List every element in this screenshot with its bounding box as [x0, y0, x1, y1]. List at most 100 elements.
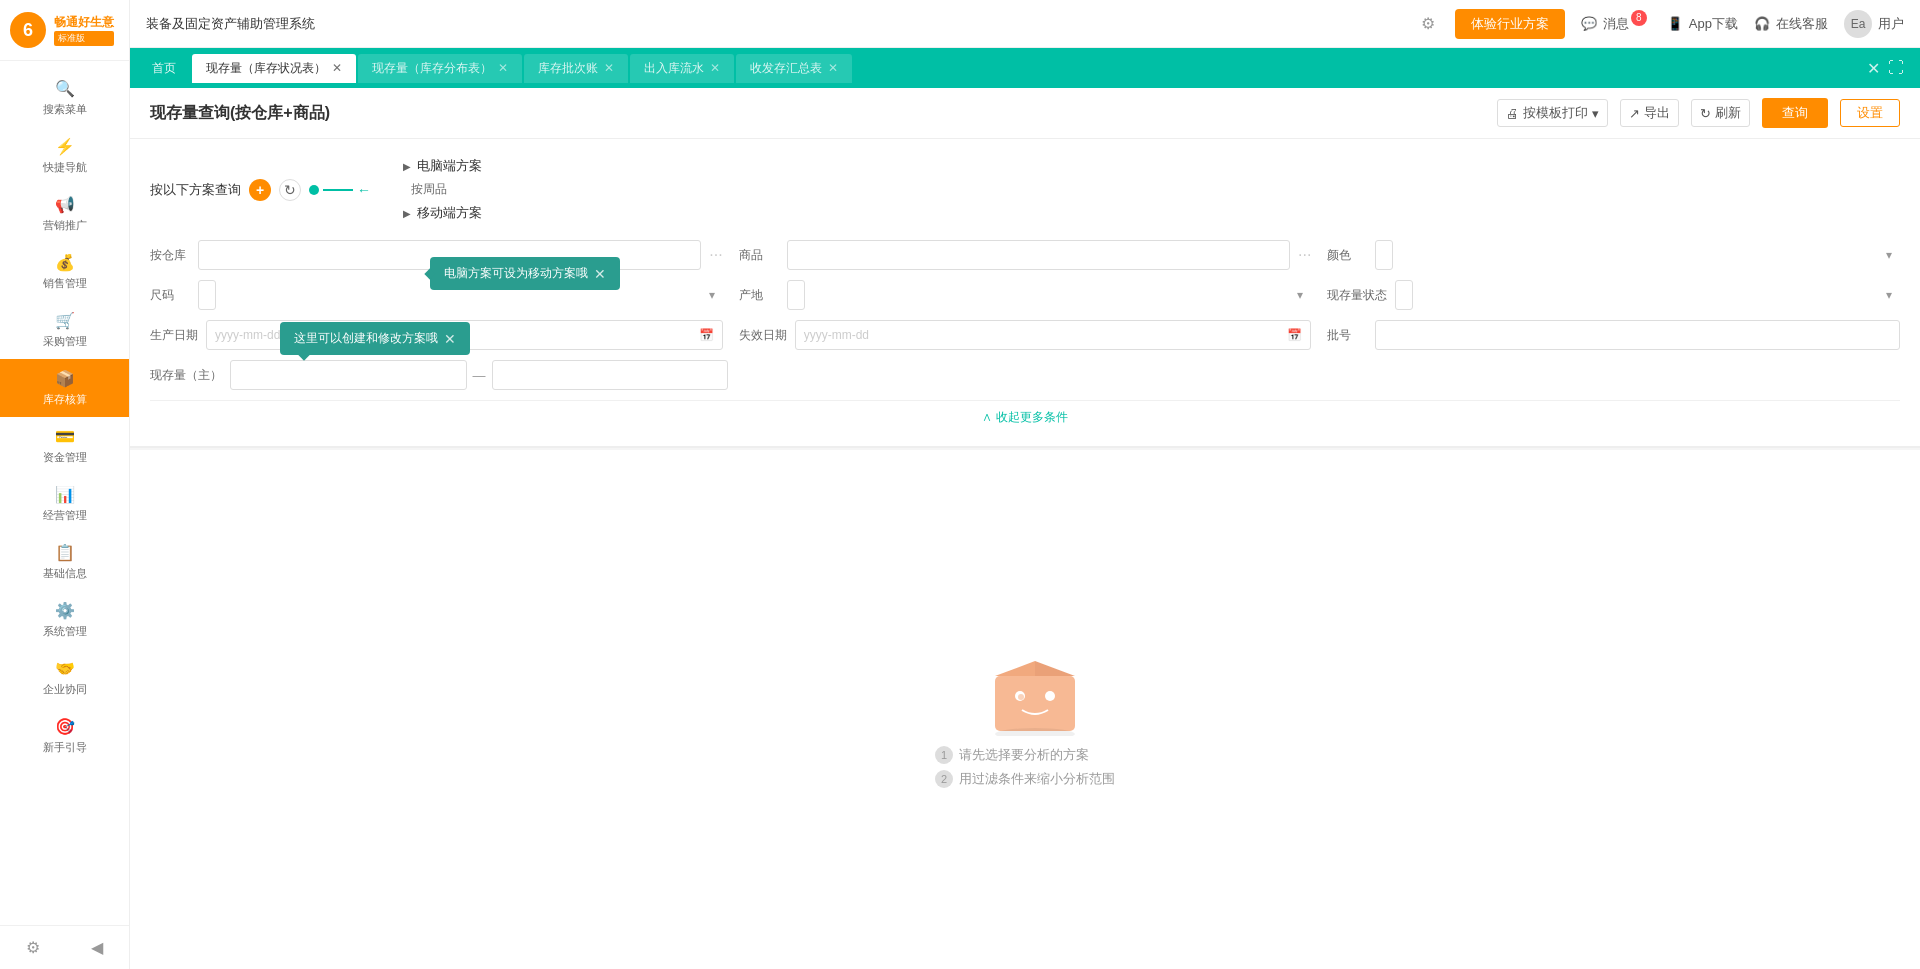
query-btn[interactable]: 查询: [1762, 98, 1828, 128]
user-group[interactable]: Ea 用户: [1844, 10, 1904, 38]
sidebar-item-label: 系统管理: [43, 624, 87, 639]
size-label: 尺码: [150, 287, 190, 304]
empty-illustration: [975, 626, 1075, 726]
export-icon: ↗: [1629, 106, 1640, 121]
sidebar: 6 畅通好生意 标准版 🔍 搜索菜单 ⚡ 快捷导航 📢 营销推广 💰 销售管理 …: [0, 0, 130, 969]
inventory-icon: 📦: [55, 369, 75, 388]
color-select[interactable]: [1375, 240, 1393, 270]
tab-close-batch-account[interactable]: ✕: [604, 61, 614, 75]
sidebar-item-collab[interactable]: 🤝 企业协同: [0, 649, 129, 707]
collapse-bar[interactable]: ∧ 收起更多条件: [150, 400, 1900, 434]
warehouse-more-dots[interactable]: ···: [709, 246, 722, 264]
tooltip-create-scheme: 这里可以创建和修改方案哦 ✕: [280, 322, 470, 355]
tab-home[interactable]: 首页: [138, 54, 190, 83]
sidebar-item-finance[interactable]: 💳 资金管理: [0, 417, 129, 475]
page-header: 现存量查询(按仓库+商品) 🖨 按模板打印 ▾ ↗ 导出 ↻ 刷新 查询 设置: [130, 88, 1920, 139]
export-btn[interactable]: ↗ 导出: [1620, 99, 1679, 127]
sidebar-nav: 🔍 搜索菜单 ⚡ 快捷导航 📢 营销推广 💰 销售管理 🛒 采购管理 📦 库存核…: [0, 61, 129, 925]
add-scheme-btn[interactable]: +: [249, 179, 271, 201]
filter-fields: 按仓库 ··· 商品 ··· 颜色: [150, 240, 1900, 390]
connector-line: [323, 189, 353, 191]
batch-group: 批号: [1327, 320, 1900, 350]
goods-input[interactable]: [787, 240, 1290, 270]
tab-inout-flow[interactable]: 出入库流水 ✕: [630, 54, 734, 83]
message-group[interactable]: 💬 消息 8: [1581, 15, 1651, 33]
sidebar-item-label: 资金管理: [43, 450, 87, 465]
tab-close-inventory-dist[interactable]: ✕: [498, 61, 508, 75]
size-select[interactable]: [198, 280, 216, 310]
basic-icon: 📋: [55, 543, 75, 562]
settings-bottom-icon[interactable]: ⚙: [26, 938, 40, 957]
stock-qty-min[interactable]: [230, 360, 467, 390]
filter-header: 按以下方案查询 + ↻ ← ▶ 电脑端方案 按周品 ▶ 移动端方案: [150, 151, 1900, 228]
tab-close-receive-summary[interactable]: ✕: [828, 61, 838, 75]
sidebar-item-label: 经营管理: [43, 508, 87, 523]
color-group: 颜色: [1327, 240, 1900, 270]
finance-icon: 💳: [55, 427, 75, 446]
template-print-btn[interactable]: 🖨 按模板打印 ▾: [1497, 99, 1608, 127]
sidebar-item-marketing[interactable]: 📢 营销推广: [0, 185, 129, 243]
warehouse-label: 按仓库: [150, 247, 190, 264]
scheme-sub-item[interactable]: 按周品: [387, 181, 498, 198]
tab-close-inout-flow[interactable]: ✕: [710, 61, 720, 75]
scheme-desktop[interactable]: ▶ 电脑端方案: [387, 151, 498, 181]
topbar: 装备及固定资产辅助管理系统 ⚙ 体验行业方案 💬 消息 8 📱 App下载 🎧 …: [130, 0, 1920, 48]
phone-icon: 📱: [1667, 16, 1683, 31]
tab-inventory-status[interactable]: 现存量（库存状况表） ✕: [192, 54, 356, 83]
sidebar-item-purchase[interactable]: 🛒 采购管理: [0, 301, 129, 359]
sidebar-item-label: 企业协同: [43, 682, 87, 697]
collab-icon: 🤝: [55, 659, 75, 678]
purchase-icon: 🛒: [55, 311, 75, 330]
sidebar-item-system[interactable]: ⚙️ 系统管理: [0, 591, 129, 649]
online-support-label: 在线客服: [1776, 15, 1828, 33]
close-tab-icon[interactable]: ✕: [1867, 59, 1880, 78]
tab-receive-summary[interactable]: 收发存汇总表 ✕: [736, 54, 852, 83]
sidebar-item-label: 新手引导: [43, 740, 87, 755]
filter-row-2: 尺码 产地 现存量状态: [150, 280, 1900, 310]
window-controls: ✕ ⛶: [1859, 59, 1912, 78]
printer-icon: 🖨: [1506, 106, 1519, 121]
arrow-icon: ←: [357, 182, 371, 198]
tab-close-inventory-status[interactable]: ✕: [332, 61, 342, 75]
stock-qty-group: 现存量（主） —: [150, 360, 728, 390]
sidebar-item-search[interactable]: 🔍 搜索菜单: [0, 69, 129, 127]
stock-qty-max[interactable]: [492, 360, 729, 390]
app-download-group[interactable]: 📱 App下载: [1667, 15, 1738, 33]
refresh-scheme-btn[interactable]: ↻: [279, 179, 301, 201]
headset-icon: 🎧: [1754, 16, 1770, 31]
sidebar-item-sales[interactable]: 💰 销售管理: [0, 243, 129, 301]
online-support-group[interactable]: 🎧 在线客服: [1754, 15, 1828, 33]
sidebar-item-operations[interactable]: 📊 经营管理: [0, 475, 129, 533]
expire-date-group: 失效日期 yyyy-mm-dd 📅: [739, 320, 1312, 350]
expire-date-input[interactable]: yyyy-mm-dd 📅: [795, 320, 1312, 350]
tab-batch-account[interactable]: 库存批次账 ✕: [524, 54, 628, 83]
empty-svg: [975, 626, 1095, 736]
tabbar: 首页 现存量（库存状况表） ✕ 现存量（库存分布表） ✕ 库存批次账 ✕ 出入库…: [130, 48, 1920, 88]
empty-tips: 1 请先选择要分析的方案 2 用过滤条件来缩小分析范围: [935, 746, 1115, 794]
origin-select[interactable]: [787, 280, 805, 310]
settings-btn[interactable]: 设置: [1840, 99, 1900, 127]
sidebar-item-guide[interactable]: 🎯 新手引导: [0, 707, 129, 765]
sidebar-item-quicknav[interactable]: ⚡ 快捷导航: [0, 127, 129, 185]
sidebar-item-label: 销售管理: [43, 276, 87, 291]
stock-status-label: 现存量状态: [1327, 287, 1387, 304]
tab-inventory-dist[interactable]: 现存量（库存分布表） ✕: [358, 54, 522, 83]
collapse-sidebar-icon[interactable]: ◀: [91, 938, 103, 957]
gear-icon[interactable]: ⚙: [1421, 14, 1435, 33]
scheme-mobile[interactable]: ▶ 移动端方案: [387, 198, 498, 228]
app-name: 畅通好生意 标准版: [54, 14, 114, 46]
sidebar-item-inventory[interactable]: 📦 库存核算: [0, 359, 129, 417]
stock-status-select[interactable]: [1395, 280, 1413, 310]
batch-input[interactable]: [1375, 320, 1900, 350]
tooltip1-close[interactable]: ✕: [594, 266, 606, 282]
sidebar-item-label: 库存核算: [43, 392, 87, 407]
industry-btn[interactable]: 体验行业方案: [1455, 9, 1565, 39]
sidebar-item-basic[interactable]: 📋 基础信息: [0, 533, 129, 591]
maximize-icon[interactable]: ⛶: [1888, 59, 1904, 78]
tooltip2-close[interactable]: ✕: [444, 331, 456, 347]
refresh-btn[interactable]: ↻ 刷新: [1691, 99, 1750, 127]
message-label: 消息: [1603, 15, 1629, 33]
user-initial: Ea: [1851, 17, 1866, 31]
avatar: Ea: [1844, 10, 1872, 38]
goods-more-dots[interactable]: ···: [1298, 246, 1311, 264]
